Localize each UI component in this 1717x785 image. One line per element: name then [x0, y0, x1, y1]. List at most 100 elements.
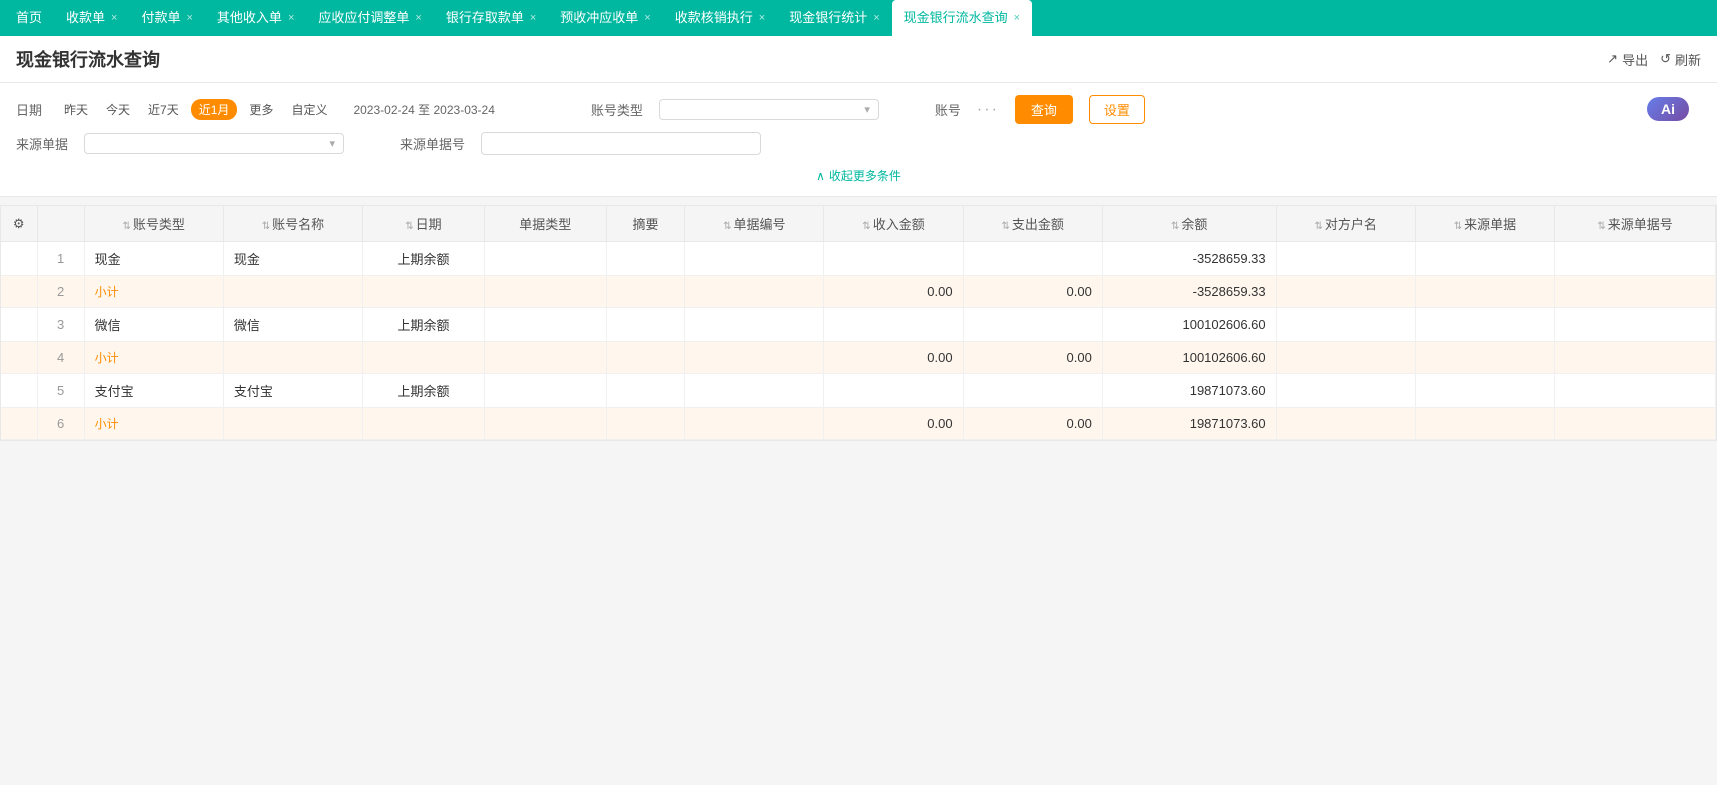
cell-summary [606, 242, 684, 276]
date-btn-custom[interactable]: 自定义 [285, 99, 333, 120]
table-row: 2 小计 0.00 0.00 -3528659.33 [1, 276, 1716, 308]
cell-source-doc [1415, 342, 1554, 374]
cell-account-name: 现金 [223, 242, 362, 276]
cell-account-name [223, 342, 362, 374]
cell-doc-type [484, 308, 606, 342]
col-doc-no[interactable]: ⇅单据编号 [685, 206, 824, 242]
date-filter-label: 日期 [16, 100, 42, 119]
gear-icon: ⚙ [13, 216, 25, 231]
cell-account-name [223, 276, 362, 308]
col-expense[interactable]: ⇅支出金额 [963, 206, 1102, 242]
sort-arrows-date: ⇅ [405, 221, 413, 232]
date-btn-more[interactable]: 更多 [243, 99, 279, 120]
cell-num: 5 [37, 374, 84, 408]
nav-cash-bank-stats-label: 现金银行统计 [789, 0, 867, 36]
source-doc-arrow-icon: ▾ [329, 137, 335, 150]
nav-cash-bank-flow-close[interactable]: × [1014, 0, 1020, 36]
cell-account-name: 支付宝 [223, 374, 362, 408]
nav-other-income[interactable]: 其他收入单 × [205, 0, 306, 36]
nav-cash-bank-flow-label: 现金银行流水查询 [904, 0, 1008, 36]
cell-expense: 0.00 [963, 408, 1102, 440]
sort-arrows-balance: ⇅ [1171, 221, 1179, 232]
cell-settings [1, 342, 37, 374]
nav-other-income-close[interactable]: × [288, 0, 294, 36]
col-num [37, 206, 84, 242]
nav-cash-bank-flow[interactable]: 现金银行流水查询 × [892, 0, 1032, 36]
nav-ar-ap-adjust-close[interactable]: × [415, 0, 421, 36]
col-account-name[interactable]: ⇅账号名称 [223, 206, 362, 242]
cell-expense [963, 308, 1102, 342]
cell-counterpart [1276, 408, 1415, 440]
page-header: 现金银行流水查询 ↗ 导出 ↺ 刷新 [0, 36, 1717, 83]
cell-expense [963, 374, 1102, 408]
cell-num: 4 [37, 342, 84, 374]
nav-bank-deposit-close[interactable]: × [530, 0, 536, 36]
filter-row-1: 日期 昨天 今天 近7天 近1月 更多 自定义 2023-02-24 至 202… [16, 95, 1701, 124]
cell-income [824, 374, 963, 408]
col-source-doc[interactable]: ⇅来源单据 [1415, 206, 1554, 242]
nav-receipt[interactable]: 收款单 × [54, 0, 129, 36]
date-btn-yesterday[interactable]: 昨天 [58, 99, 94, 120]
cell-source-doc [1415, 308, 1554, 342]
nav-ar-ap-adjust[interactable]: 应收应付调整单 × [306, 0, 433, 36]
cell-expense: 0.00 [963, 342, 1102, 374]
col-account-type[interactable]: ⇅账号类型 [84, 206, 223, 242]
nav-payment[interactable]: 付款单 × [129, 0, 204, 36]
collapse-bar[interactable]: ∧ 收起更多条件 [16, 163, 1701, 184]
cell-account-type: 小计 [84, 342, 223, 374]
nav-bank-deposit[interactable]: 银行存取款单 × [434, 0, 548, 36]
sort-arrows-source-doc-no: ⇅ [1597, 221, 1605, 232]
export-button[interactable]: ↗ 导出 [1607, 50, 1648, 69]
source-doc-no-input[interactable] [481, 132, 761, 155]
cell-date: 上期余额 [363, 374, 485, 408]
cell-source-doc [1415, 374, 1554, 408]
ai-button[interactable]: Ai [1647, 97, 1689, 121]
col-settings[interactable]: ⚙ [1, 206, 37, 242]
nav-payment-label: 付款单 [141, 0, 180, 36]
table-container: ⚙ ⇅账号类型 ⇅账号名称 ⇅日期 单据类型 摘要 ⇅单据编号 ⇅收入 [0, 205, 1717, 441]
query-button[interactable]: 查询 [1015, 95, 1073, 124]
nav-ar-ap-adjust-label: 应收应付调整单 [318, 0, 409, 36]
nav-payment-close[interactable]: × [186, 0, 192, 36]
cell-balance: 19871073.60 [1102, 408, 1276, 440]
cell-source-doc-no [1555, 374, 1716, 408]
cell-account-type: 小计 [84, 408, 223, 440]
settings-button[interactable]: 设置 [1089, 95, 1145, 124]
nav-prepay-offset-close[interactable]: × [644, 0, 650, 36]
date-btn-7days[interactable]: 近7天 [142, 99, 185, 120]
nav-home[interactable]: 首页 [4, 0, 54, 36]
export-icon: ↗ [1607, 51, 1618, 67]
collapse-arrow-icon: ∧ [816, 169, 825, 183]
nav-cash-bank-stats-close[interactable]: × [873, 0, 879, 36]
cell-income: 0.00 [824, 408, 963, 440]
date-btn-today[interactable]: 今天 [100, 99, 136, 120]
nav-bank-deposit-label: 银行存取款单 [446, 0, 524, 36]
nav-prepay-offset[interactable]: 预收冲应收单 × [548, 0, 662, 36]
refresh-button[interactable]: ↺ 刷新 [1660, 50, 1701, 69]
nav-cash-bank-stats[interactable]: 现金银行统计 × [777, 0, 891, 36]
col-date[interactable]: ⇅日期 [363, 206, 485, 242]
cell-account-type: 小计 [84, 276, 223, 308]
refresh-icon: ↺ [1660, 51, 1671, 67]
nav-receipt-exec-close[interactable]: × [759, 0, 765, 36]
col-source-doc-no[interactable]: ⇅来源单据号 [1555, 206, 1716, 242]
cell-account-name: 微信 [223, 308, 362, 342]
account-no-dots[interactable]: ··· [977, 101, 999, 119]
col-counterpart[interactable]: ⇅对方户名 [1276, 206, 1415, 242]
cell-income [824, 308, 963, 342]
cell-date [363, 408, 485, 440]
cell-counterpart [1276, 242, 1415, 276]
nav-receipt-exec[interactable]: 收款核销执行 × [663, 0, 777, 36]
account-type-select[interactable]: ▾ [659, 99, 879, 120]
cell-balance: -3528659.33 [1102, 242, 1276, 276]
cell-num: 1 [37, 242, 84, 276]
sort-arrows-expense: ⇅ [1002, 221, 1010, 232]
source-doc-select[interactable]: ▾ [84, 133, 344, 154]
cell-account-type: 支付宝 [84, 374, 223, 408]
col-balance[interactable]: ⇅余额 [1102, 206, 1276, 242]
cell-doc-no [685, 408, 824, 440]
col-income[interactable]: ⇅收入金额 [824, 206, 963, 242]
nav-receipt-close[interactable]: × [111, 0, 117, 36]
date-btn-1month[interactable]: 近1月 [191, 99, 238, 120]
cell-source-doc-no [1555, 242, 1716, 276]
